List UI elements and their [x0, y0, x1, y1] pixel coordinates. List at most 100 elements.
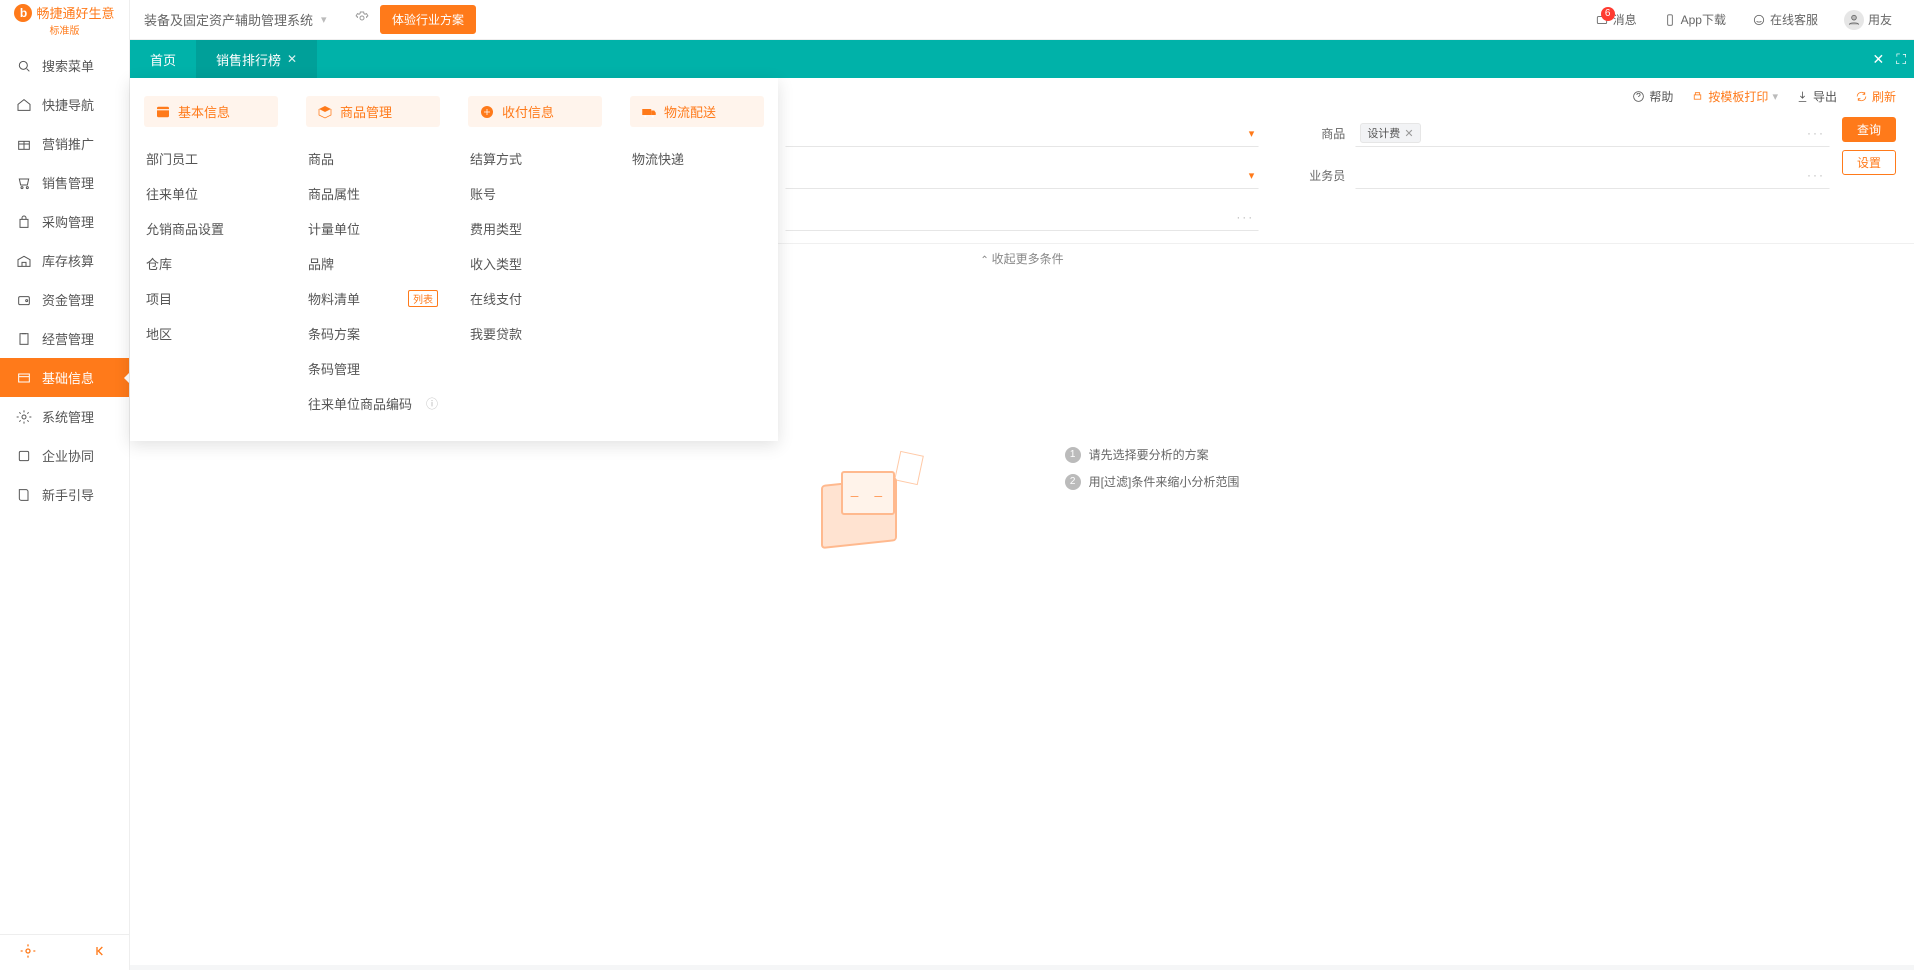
- sidebar-item-search[interactable]: 搜索菜单: [0, 46, 129, 85]
- flyout-item-label: 结算方式: [470, 149, 522, 168]
- user-label: 用友: [1868, 11, 1892, 28]
- flyout-item-settle[interactable]: 结算方式: [468, 141, 602, 176]
- query-button[interactable]: 查询: [1842, 117, 1896, 142]
- sidebar-item-system[interactable]: 系统管理: [0, 397, 129, 436]
- sidebar-item-label: 企业协同: [42, 446, 94, 465]
- export-link[interactable]: 导出: [1796, 88, 1837, 105]
- flyout-item-partner-code[interactable]: 往来单位商品编码ⓘ: [306, 386, 440, 421]
- flyout-item-label: 商品: [308, 149, 334, 168]
- flyout-item-label: 项目: [146, 289, 172, 308]
- flyout-item-label: 账号: [470, 184, 496, 203]
- help-link[interactable]: 帮助: [1632, 88, 1673, 105]
- side-nav: 搜索菜单 快捷导航 营销推广 销售管理 采购管理 库存核算 资金管理 经营管理 …: [0, 40, 129, 934]
- header-gear-icon[interactable]: [354, 10, 370, 29]
- flyout-item-goods[interactable]: 商品: [306, 141, 440, 176]
- chevron-down-icon: ▾: [1249, 127, 1255, 140]
- sidebar-item-collab[interactable]: 企业协同: [0, 436, 129, 475]
- sidebar-item-label: 经营管理: [42, 329, 94, 348]
- product-select[interactable]: 设计费✕ ···: [1355, 119, 1830, 147]
- chevron-down-icon: ▾: [1772, 90, 1778, 103]
- book-icon: [16, 487, 32, 503]
- generic-select[interactable]: ▾: [785, 161, 1260, 189]
- collapse-sidebar-icon[interactable]: [93, 943, 109, 962]
- collapse-label: 收起更多条件: [992, 252, 1064, 266]
- step-text: 用[过滤]条件来缩小分析范围: [1089, 473, 1240, 490]
- sidebar-item-operation[interactable]: 经营管理: [0, 319, 129, 358]
- tab-sales-rank[interactable]: 销售排行榜 ✕: [196, 40, 317, 78]
- card-icon: [16, 370, 32, 386]
- sidebar-item-quicknav[interactable]: 快捷导航: [0, 85, 129, 124]
- flyout-item-brand[interactable]: 品牌: [306, 246, 440, 281]
- wallet-icon: [16, 292, 32, 308]
- tabbar: 首页 销售排行榜 ✕ ✕ ⛶: [130, 40, 1914, 78]
- sidebar-item-marketing[interactable]: 营销推广: [0, 124, 129, 163]
- sidebar-item-label: 库存核算: [42, 251, 94, 270]
- flyout-item-region[interactable]: 地区: [144, 316, 278, 351]
- sidebar-item-purchase[interactable]: 采购管理: [0, 202, 129, 241]
- filter-actions: 查询 设置: [1842, 117, 1896, 175]
- refresh-label: 刷新: [1872, 88, 1896, 105]
- more-icon[interactable]: ···: [1807, 126, 1825, 140]
- header-messages[interactable]: 消息 6: [1587, 11, 1645, 28]
- sidebar-item-basicinfo[interactable]: 基础信息: [0, 358, 129, 397]
- refresh-link[interactable]: 刷新: [1855, 88, 1896, 105]
- flyout-item-goodsattr[interactable]: 商品属性: [306, 176, 440, 211]
- tab-close-all-icon[interactable]: ✕: [1872, 51, 1884, 68]
- flyout-item-partner[interactable]: 往来单位: [144, 176, 278, 211]
- system-select[interactable]: 装备及固定资产辅助管理系统 ▾: [144, 10, 344, 29]
- header-user[interactable]: 用友: [1836, 10, 1900, 30]
- flyout-item-warehouse[interactable]: 仓库: [144, 246, 278, 281]
- flyout-menu: 基本信息 部门员工 往来单位 允销商品设置 仓库 项目 地区 商品管理 商品 商…: [130, 78, 778, 441]
- flyout-item-permit[interactable]: 允销商品设置: [144, 211, 278, 246]
- flyout-item-unit[interactable]: 计量单位: [306, 211, 440, 246]
- header-online-service[interactable]: 在线客服: [1744, 11, 1826, 28]
- flyout-item-onlinepay[interactable]: 在线支付: [468, 281, 602, 316]
- settings-button[interactable]: 设置: [1842, 150, 1896, 175]
- flyout-item-project[interactable]: 项目: [144, 281, 278, 316]
- more-icon[interactable]: ···: [1236, 210, 1254, 224]
- flyout-heading: 收付信息: [468, 96, 602, 127]
- avatar-icon: [1844, 10, 1864, 30]
- salesman-select[interactable]: ···: [1355, 161, 1830, 189]
- settings-icon[interactable]: [20, 943, 36, 962]
- tab-label: 首页: [150, 50, 176, 69]
- flyout-item-account[interactable]: 账号: [468, 176, 602, 211]
- flyout-item-express[interactable]: 物流快递: [630, 141, 764, 176]
- more-icon[interactable]: ···: [1807, 168, 1825, 182]
- flyout-item-expense[interactable]: 费用类型: [468, 211, 602, 246]
- sidebar-item-label: 销售管理: [42, 173, 94, 192]
- tab-home[interactable]: 首页: [130, 40, 196, 78]
- flyout-col-basic: 基本信息 部门员工 往来单位 允销商品设置 仓库 项目 地区: [130, 96, 292, 421]
- close-icon[interactable]: ✕: [287, 52, 297, 66]
- flyout-item-barcode-plan[interactable]: 条码方案: [306, 316, 440, 351]
- sidebar-item-guide[interactable]: 新手引导: [0, 475, 129, 514]
- amount-select[interactable]: ▾: [785, 119, 1260, 147]
- product-tag[interactable]: 设计费✕: [1360, 123, 1420, 143]
- sidebar-bottom: [0, 934, 129, 970]
- sidebar-item-finance[interactable]: 资金管理: [0, 280, 129, 319]
- flyout-item-barcode-mgmt[interactable]: 条码管理: [306, 351, 440, 386]
- experience-button[interactable]: 体验行业方案: [380, 5, 476, 34]
- print-label: 按模板打印: [1708, 88, 1768, 105]
- list-tag: 列表: [408, 290, 438, 307]
- fullscreen-icon[interactable]: ⛶: [1896, 51, 1906, 68]
- generic-select-2[interactable]: ···: [785, 203, 1260, 231]
- tag-remove-icon[interactable]: ✕: [1404, 127, 1413, 140]
- flyout-item-label: 物料清单: [308, 289, 360, 308]
- help-icon: ⓘ: [426, 395, 438, 412]
- print-link[interactable]: 按模板打印 ▾: [1691, 88, 1778, 105]
- flyout-heading-label: 基本信息: [178, 102, 230, 121]
- sidebar-item-inventory[interactable]: 库存核算: [0, 241, 129, 280]
- flyout-item-dept[interactable]: 部门员工: [144, 141, 278, 176]
- sidebar-item-label: 采购管理: [42, 212, 94, 231]
- flyout-heading: 基本信息: [144, 96, 278, 127]
- flyout-item-income[interactable]: 收入类型: [468, 246, 602, 281]
- flyout-item-bom[interactable]: 物料清单 列表: [306, 281, 440, 316]
- step-num-icon: 2: [1065, 474, 1081, 490]
- chevron-down-icon: ▾: [321, 13, 327, 26]
- empty-step-1: 1请先选择要分析的方案: [1065, 446, 1240, 463]
- tab-label: 销售排行榜: [216, 50, 281, 69]
- header-app-download[interactable]: App下载: [1655, 11, 1734, 28]
- sidebar-item-sales[interactable]: 销售管理: [0, 163, 129, 202]
- flyout-item-loan[interactable]: 我要贷款: [468, 316, 602, 351]
